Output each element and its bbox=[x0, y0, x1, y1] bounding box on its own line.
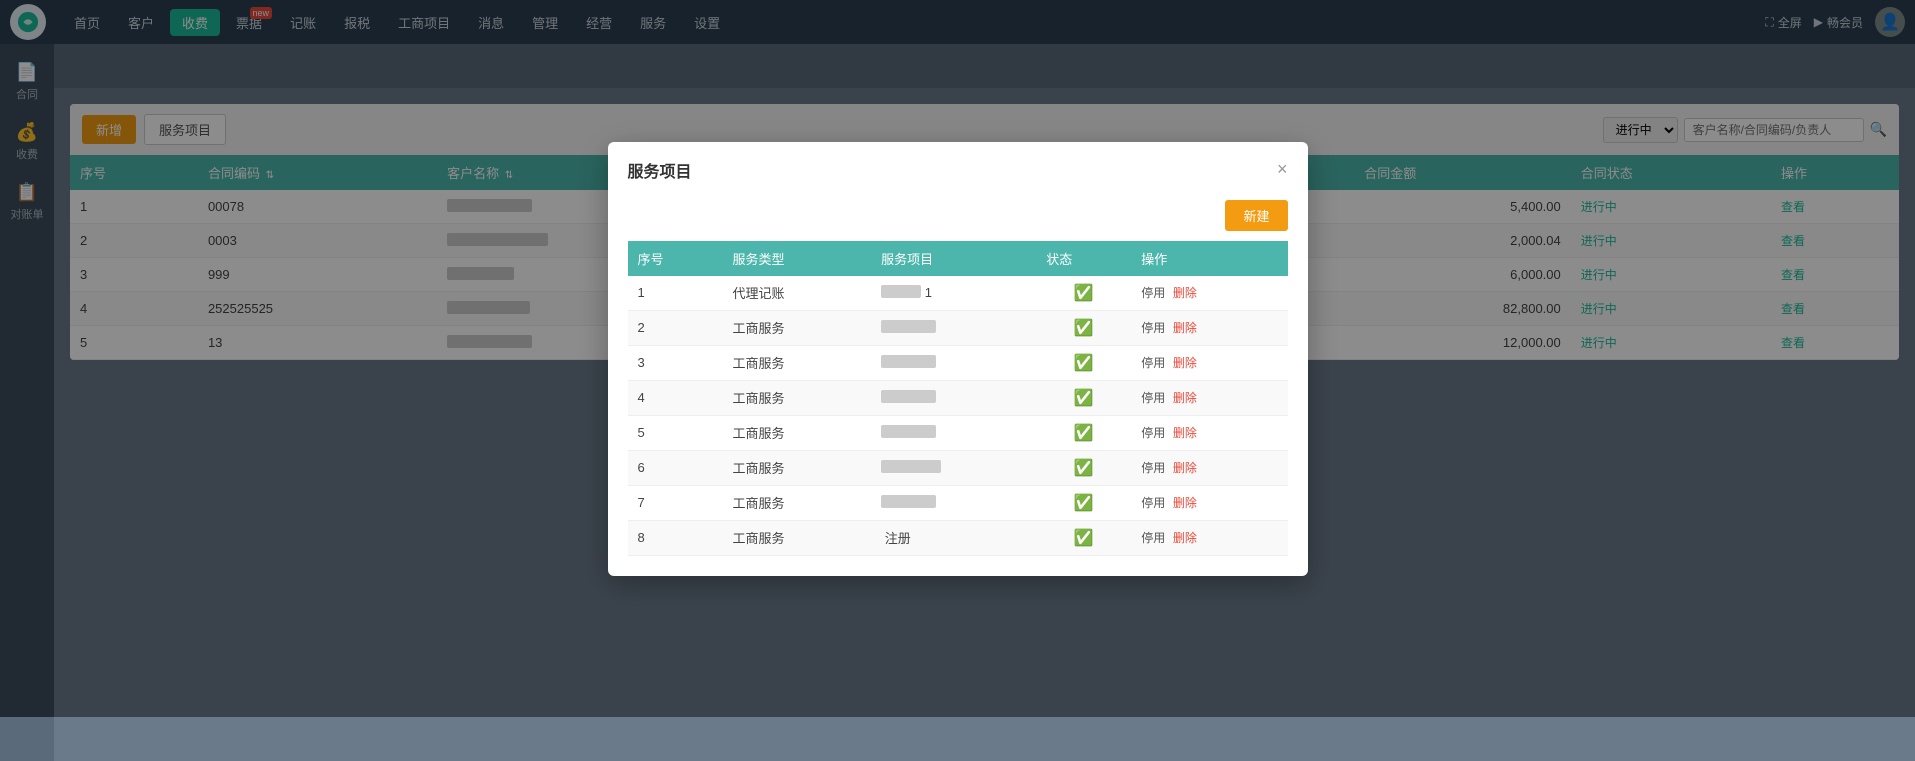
modal-cell-type: 工商服务 bbox=[722, 380, 871, 415]
stop-button[interactable]: 停用 bbox=[1141, 426, 1165, 440]
service-item-modal: 服务项目 × 新建 序号 服务类型 服务项目 状态 操作 bbox=[608, 142, 1308, 576]
delete-button[interactable]: 删除 bbox=[1173, 286, 1197, 300]
modal-cell-seq: 6 bbox=[628, 450, 723, 485]
delete-button[interactable]: 删除 bbox=[1173, 496, 1197, 510]
status-check-icon: ✅ bbox=[1074, 460, 1094, 477]
modal-cell-action[interactable]: 停用 删除 bbox=[1131, 485, 1287, 520]
modal-cell-status: ✅ bbox=[1036, 485, 1131, 520]
modal-cell-seq: 4 bbox=[628, 380, 723, 415]
modal-table-row: 7 工商服务 ✅ 停用 删除 bbox=[628, 485, 1288, 520]
stop-button[interactable]: 停用 bbox=[1141, 286, 1165, 300]
modal-overlay[interactable]: 服务项目 × 新建 序号 服务类型 服务项目 状态 操作 bbox=[0, 0, 1915, 717]
stop-button[interactable]: 停用 bbox=[1141, 321, 1165, 335]
status-check-icon: ✅ bbox=[1074, 530, 1094, 547]
modal-cell-type: 工商服务 bbox=[722, 485, 871, 520]
modal-col-seq: 序号 bbox=[628, 241, 723, 276]
modal-cell-status: ✅ bbox=[1036, 310, 1131, 345]
modal-cell-item bbox=[871, 310, 1036, 345]
modal-table-row: 3 工商服务 ✅ 停用 删除 bbox=[628, 345, 1288, 380]
delete-button[interactable]: 删除 bbox=[1173, 391, 1197, 405]
modal-table-row: 5 工商服务 ✅ 停用 删除 bbox=[628, 415, 1288, 450]
delete-button[interactable]: 删除 bbox=[1173, 426, 1197, 440]
modal-cell-seq: 2 bbox=[628, 310, 723, 345]
modal-cell-action[interactable]: 停用 删除 bbox=[1131, 276, 1287, 311]
delete-button[interactable]: 删除 bbox=[1173, 356, 1197, 370]
modal-cell-status: ✅ bbox=[1036, 276, 1131, 311]
modal-cell-item bbox=[871, 415, 1036, 450]
modal-cell-status: ✅ bbox=[1036, 415, 1131, 450]
modal-cell-seq: 7 bbox=[628, 485, 723, 520]
modal-table-wrap[interactable]: 序号 服务类型 服务项目 状态 操作 1 代理记账 1 ✅ 停用 删除 2 工商… bbox=[628, 241, 1288, 556]
modal-cell-item bbox=[871, 450, 1036, 485]
modal-col-status: 状态 bbox=[1036, 241, 1131, 276]
modal-cell-seq: 3 bbox=[628, 345, 723, 380]
modal-table-row: 8 工商服务 注册 ✅ 停用 删除 bbox=[628, 520, 1288, 555]
delete-button[interactable]: 删除 bbox=[1173, 531, 1197, 545]
modal-cell-action[interactable]: 停用 删除 bbox=[1131, 520, 1287, 555]
modal-col-type: 服务类型 bbox=[722, 241, 871, 276]
status-check-icon: ✅ bbox=[1074, 495, 1094, 512]
delete-button[interactable]: 删除 bbox=[1173, 461, 1197, 475]
modal-cell-type: 工商服务 bbox=[722, 310, 871, 345]
modal-cell-status: ✅ bbox=[1036, 380, 1131, 415]
modal-table-row: 6 工商服务 ✅ 停用 删除 bbox=[628, 450, 1288, 485]
status-check-icon: ✅ bbox=[1074, 320, 1094, 337]
status-check-icon: ✅ bbox=[1074, 390, 1094, 407]
stop-button[interactable]: 停用 bbox=[1141, 496, 1165, 510]
stop-button[interactable]: 停用 bbox=[1141, 391, 1165, 405]
modal-cell-type: 代理记账 bbox=[722, 276, 871, 311]
modal-table: 序号 服务类型 服务项目 状态 操作 1 代理记账 1 ✅ 停用 删除 2 工商… bbox=[628, 241, 1288, 556]
modal-cell-type: 工商服务 bbox=[722, 450, 871, 485]
status-check-icon: ✅ bbox=[1074, 285, 1094, 302]
modal-cell-seq: 5 bbox=[628, 415, 723, 450]
modal-cell-status: ✅ bbox=[1036, 450, 1131, 485]
modal-cell-seq: 8 bbox=[628, 520, 723, 555]
delete-button[interactable]: 删除 bbox=[1173, 321, 1197, 335]
modal-cell-item: 注册 bbox=[871, 520, 1036, 555]
modal-cell-item: 1 bbox=[871, 276, 1036, 311]
stop-button[interactable]: 停用 bbox=[1141, 531, 1165, 545]
modal-close-button[interactable]: × bbox=[1277, 159, 1288, 180]
modal-new-button[interactable]: 新建 bbox=[1225, 200, 1287, 231]
modal-cell-item bbox=[871, 485, 1036, 520]
modal-cell-action[interactable]: 停用 删除 bbox=[1131, 380, 1287, 415]
modal-title: 服务项目 bbox=[628, 158, 692, 182]
modal-cell-item bbox=[871, 345, 1036, 380]
modal-cell-type: 工商服务 bbox=[722, 345, 871, 380]
modal-cell-status: ✅ bbox=[1036, 345, 1131, 380]
modal-cell-type: 工商服务 bbox=[722, 520, 871, 555]
modal-cell-action[interactable]: 停用 删除 bbox=[1131, 310, 1287, 345]
modal-cell-seq: 1 bbox=[628, 276, 723, 311]
modal-cell-action[interactable]: 停用 删除 bbox=[1131, 415, 1287, 450]
modal-cell-action[interactable]: 停用 删除 bbox=[1131, 450, 1287, 485]
modal-cell-type: 工商服务 bbox=[722, 415, 871, 450]
status-check-icon: ✅ bbox=[1074, 425, 1094, 442]
status-check-icon: ✅ bbox=[1074, 355, 1094, 372]
modal-cell-item bbox=[871, 380, 1036, 415]
modal-toolbar: 新建 bbox=[628, 200, 1288, 231]
modal-cell-action[interactable]: 停用 删除 bbox=[1131, 345, 1287, 380]
modal-col-action: 操作 bbox=[1131, 241, 1287, 276]
modal-col-item: 服务项目 bbox=[871, 241, 1036, 276]
modal-cell-status: ✅ bbox=[1036, 520, 1131, 555]
stop-button[interactable]: 停用 bbox=[1141, 461, 1165, 475]
modal-header: 服务项目 × bbox=[608, 142, 1308, 190]
modal-table-row: 4 工商服务 ✅ 停用 删除 bbox=[628, 380, 1288, 415]
stop-button[interactable]: 停用 bbox=[1141, 356, 1165, 370]
modal-body: 新建 序号 服务类型 服务项目 状态 操作 1 代理记账 1 bbox=[608, 190, 1308, 576]
modal-table-row: 1 代理记账 1 ✅ 停用 删除 bbox=[628, 276, 1288, 311]
modal-table-row: 2 工商服务 ✅ 停用 删除 bbox=[628, 310, 1288, 345]
